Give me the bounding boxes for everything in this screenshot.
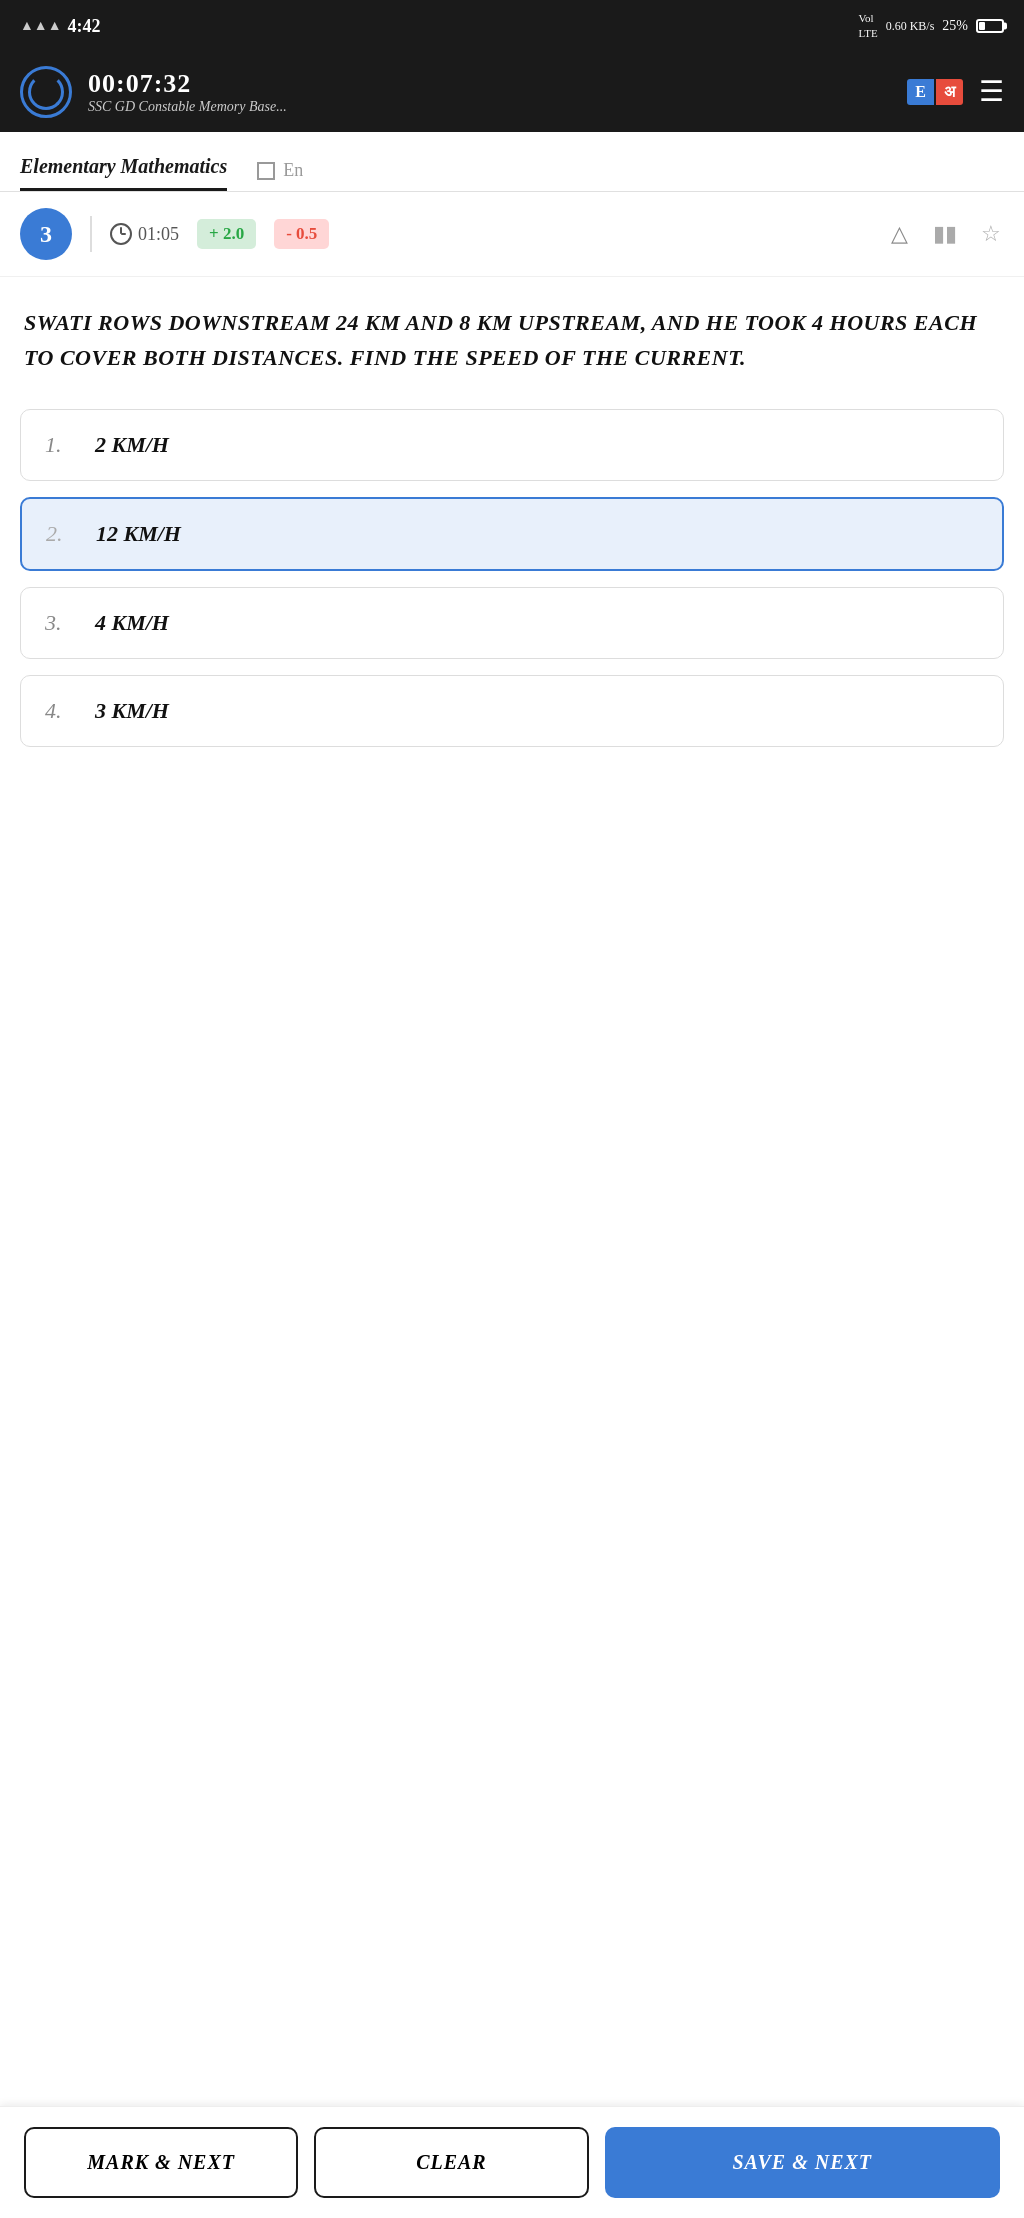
question-meta-bar: 3 01:05 + 2.0 - 0.5 △ ▮▮ ☆ <box>0 192 1024 277</box>
speed-label: 0.60 KB/s <box>886 19 935 34</box>
app-logo <box>20 66 72 118</box>
question-time-value: 01:05 <box>138 224 179 245</box>
question-text: Swati rows downstream 24 km and 8 km ups… <box>24 305 1000 375</box>
status-bar: ▲▲▲ 4:42 VolLTE 0.60 KB/s 25% <box>0 0 1024 52</box>
question-timer: 01:05 <box>110 223 179 245</box>
mark-next-button[interactable]: Mark & Next <box>24 2127 298 2198</box>
clear-button[interactable]: Clear <box>314 2127 588 2198</box>
tab-mathematics[interactable]: Elementary Mathematics <box>20 155 227 191</box>
bottom-action-bar: Mark & Next Clear Save & Next <box>0 2106 1024 2218</box>
main-content: 3 01:05 + 2.0 - 0.5 △ ▮▮ ☆ Swati rows do… <box>0 192 1024 873</box>
option-2-text: 12 km/h <box>96 521 181 547</box>
options-section: 1. 2 km/h 2. 12 km/h 3. 4 km/h 4. 3 km/h <box>0 399 1024 773</box>
english-checkbox[interactable] <box>257 162 275 180</box>
app-header: 00:07:32 SSC GD Constable Memory Base...… <box>0 52 1024 132</box>
language-badge[interactable]: E अ <box>907 79 963 105</box>
app-title-block: 00:07:32 SSC GD Constable Memory Base... <box>88 69 891 115</box>
question-number-badge: 3 <box>20 208 72 260</box>
app-subtitle: SSC GD Constable Memory Base... <box>88 99 891 115</box>
bookmark-icon[interactable]: ▮▮ <box>932 221 958 247</box>
hamburger-menu[interactable]: ☰ <box>979 78 1004 106</box>
tab-english[interactable]: En <box>257 160 303 191</box>
option-2[interactable]: 2. 12 km/h <box>20 497 1004 571</box>
header-right: E अ ☰ <box>907 78 1004 106</box>
battery-percent: 25% <box>942 18 968 34</box>
battery-icon <box>976 19 1004 33</box>
warning-icon[interactable]: △ <box>886 221 912 247</box>
option-2-number: 2. <box>46 521 76 547</box>
lang-hindi[interactable]: अ <box>936 79 963 105</box>
app-timer: 00:07:32 <box>88 69 891 99</box>
meta-icons: △ ▮▮ ☆ <box>886 221 1004 247</box>
clock-icon <box>110 223 132 245</box>
negative-score-badge: - 0.5 <box>274 219 329 249</box>
signal-icon: ▲▲▲ <box>20 18 62 34</box>
star-icon[interactable]: ☆ <box>978 221 1004 247</box>
option-3-number: 3. <box>45 610 75 636</box>
logo-spinner <box>28 74 64 110</box>
option-4[interactable]: 4. 3 km/h <box>20 675 1004 747</box>
option-3-text: 4 km/h <box>95 610 169 636</box>
option-4-text: 3 km/h <box>95 698 169 724</box>
lang-english[interactable]: E <box>907 79 934 105</box>
option-4-number: 4. <box>45 698 75 724</box>
option-1[interactable]: 1. 2 km/h <box>20 409 1004 481</box>
status-time: 4:42 <box>68 16 101 37</box>
question-section: Swati rows downstream 24 km and 8 km ups… <box>0 277 1024 399</box>
status-right: VolLTE 0.60 KB/s 25% <box>858 11 1004 41</box>
meta-divider <box>90 216 92 252</box>
positive-score-badge: + 2.0 <box>197 219 256 249</box>
status-left: ▲▲▲ 4:42 <box>20 16 101 37</box>
lte-label: VolLTE <box>858 11 877 41</box>
option-1-number: 1. <box>45 432 75 458</box>
option-1-text: 2 km/h <box>95 432 169 458</box>
save-next-button[interactable]: Save & Next <box>605 2127 1000 2198</box>
subject-bar: Elementary Mathematics En <box>0 132 1024 192</box>
option-3[interactable]: 3. 4 km/h <box>20 587 1004 659</box>
